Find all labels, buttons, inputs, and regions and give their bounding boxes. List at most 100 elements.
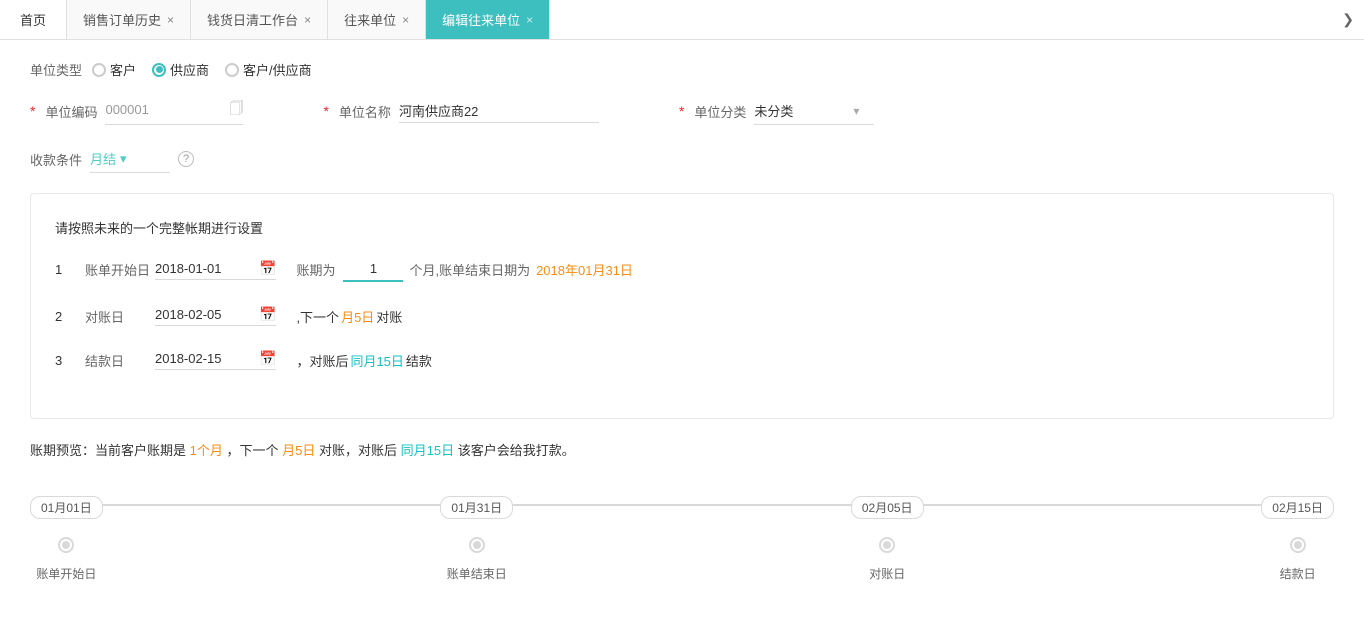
row-start-date: 1 账单开始日 📅 账期为 个月,账单结束日期为 2018年01月31日 [55,257,1309,282]
preview-part2-highlight: 月5日 [282,443,315,458]
payment-prefix: ，对账后 [296,351,348,370]
radio-customer-label: 客户 [110,60,136,79]
row2-label: 对账日 [85,307,155,326]
preview-part3-highlight: 同月15日 [401,443,454,458]
preview-label: 账期预览：当前客户账期是 [30,443,186,458]
reconcile-prefix: ,下一个 [296,307,339,326]
chevron-down-icon: ▾ [853,104,859,118]
payment-condition-value: 月结 [90,149,116,168]
tab-cash-work[interactable]: 钱货日清工作台 × [191,0,328,39]
tl-dot-3 [881,539,893,551]
unit-category-label: 单位分类 [694,102,746,121]
period-unit-label: 个月,账单结束日期为 [409,260,530,279]
close-tab-edit-partner[interactable]: × [526,13,533,27]
tl-label-2: 账单结束日 [447,565,507,582]
unit-name-input[interactable] [399,99,599,123]
chevron-right-icon: ❯ [1342,11,1354,28]
star-cat: * [679,103,684,119]
unit-category-select[interactable]: 未分类 ▾ [754,97,874,125]
unit-category-group: * 单位分类 未分类 ▾ [679,97,874,125]
tab-edit-partner[interactable]: 编辑往来单位 × [426,0,550,39]
copy-icon[interactable]: 🗍 [229,98,243,122]
unit-name-label: 单位名称 [339,102,391,121]
payment-chevron-icon: ▾ [120,151,127,167]
unit-type-row: 单位类型 客户 供应商 客户/供应商 [30,60,1334,79]
radio-customer[interactable]: 客户 [92,60,136,79]
radio-circle-both [225,63,239,77]
tab-edit-partner-label: 编辑往来单位 [442,10,520,29]
payment-date-calendar-icon[interactable]: 📅 [259,350,276,367]
timeline-point-4: 02月15日 结款日 [1261,496,1334,582]
start-date-input-wrap: 📅 [155,260,276,280]
unit-code-input-wrap: 🗍 [105,98,243,125]
reconcile-date-calendar-icon[interactable]: 📅 [259,306,276,323]
payment-condition-select[interactable]: 月结 ▾ [90,145,170,173]
radio-both-label: 客户/供应商 [243,60,312,79]
tab-partner-label: 往来单位 [344,10,396,29]
unit-type-label: 单位类型 [30,60,82,79]
tl-dot-2 [471,539,483,551]
start-date-calendar-icon[interactable]: 📅 [259,260,276,277]
main-content: 单位类型 客户 供应商 客户/供应商 * 单位编码 🗍 [0,40,1364,632]
radio-circle-customer [92,63,106,77]
payment-condition-label: 收款条件 [30,150,82,169]
settings-panel: 请按照未来的一个完整帐期进行设置 1 账单开始日 📅 账期为 个月,账单结束日期… [30,193,1334,419]
row-payment-date: 3 结款日 📅 ，对账后 同月15日 结款 [55,350,1309,370]
payment-suffix: 结款 [406,351,432,370]
unit-code-input[interactable] [105,102,225,117]
reconcile-date-input[interactable] [155,307,255,322]
close-tab-partner[interactable]: × [402,13,409,27]
reconcile-suffix: 对账 [376,307,402,326]
reconcile-desc: ,下一个 月5日 对账 [296,307,402,326]
tab-home[interactable]: 首页 [0,0,67,39]
tab-sales-history-label: 销售订单历史 [83,10,161,29]
tl-label-4: 结款日 [1280,565,1316,582]
start-date-input[interactable] [155,261,255,276]
radio-both[interactable]: 客户/供应商 [225,60,312,79]
panel-title: 请按照未来的一个完整帐期进行设置 [55,218,1309,237]
radio-supplier[interactable]: 供应商 [152,60,209,79]
period-end-date: 2018年01月31日 [536,260,633,279]
tl-badge-1: 01月01日 [30,496,103,519]
row1-num: 1 [55,262,85,277]
preview-text: 账期预览：当前客户账期是 1个月 ，下一个 月5日 对账，对账后 同月15日 该… [30,439,1334,462]
payment-desc: ，对账后 同月15日 结款 [296,351,432,370]
row2-num: 2 [55,309,85,324]
unit-code-label: 单位编码 [45,102,97,121]
tl-badge-2: 01月31日 [440,496,513,519]
payment-condition-row: 收款条件 月结 ▾ ? [30,145,1334,173]
tl-dot-4 [1292,539,1304,551]
preview-part2-suffix: 对账，对账后 [319,443,397,458]
timeline: 01月01日 账单开始日 01月31日 账单结束日 02月05日 对账日 02月… [30,486,1334,612]
tab-bar: 首页 销售订单历史 × 钱货日清工作台 × 往来单位 × 编辑往来单位 × ❯ [0,0,1364,40]
radio-circle-supplier [152,63,166,77]
close-tab-cash-work[interactable]: × [304,13,311,27]
radio-supplier-label: 供应商 [170,60,209,79]
unit-category-value: 未分类 [754,101,793,120]
reconcile-highlight: 月5日 [341,307,374,326]
tl-badge-4: 02月15日 [1261,496,1334,519]
help-icon[interactable]: ? [178,151,194,167]
timeline-points: 01月01日 账单开始日 01月31日 账单结束日 02月05日 对账日 02月… [30,496,1334,582]
row1-label: 账单开始日 [85,260,155,279]
row3-label: 结款日 [85,351,155,370]
tl-label-3: 对账日 [869,565,905,582]
unit-code-group: * 单位编码 🗍 [30,98,243,125]
tl-badge-3: 02月05日 [851,496,924,519]
star-name: * [323,103,328,119]
tab-sales-history[interactable]: 销售订单历史 × [67,0,191,39]
tab-cash-work-label: 钱货日清工作台 [207,10,298,29]
close-tab-sales-history[interactable]: × [167,13,174,27]
payment-highlight: 同月15日 [350,351,403,370]
reconcile-date-input-wrap: 📅 [155,306,276,326]
home-label: 首页 [20,10,46,29]
period-input[interactable] [343,257,403,282]
payment-date-input-wrap: 📅 [155,350,276,370]
star-code: * [30,103,35,119]
tab-expand-button[interactable]: ❯ [1332,0,1364,39]
preview-section: 账期预览：当前客户账期是 1个月 ，下一个 月5日 对账，对账后 同月15日 该… [30,439,1334,612]
tl-dot-1 [60,539,72,551]
payment-date-input[interactable] [155,351,255,366]
preview-part2-prefix: ，下一个 [227,443,279,458]
tab-partner[interactable]: 往来单位 × [328,0,426,39]
